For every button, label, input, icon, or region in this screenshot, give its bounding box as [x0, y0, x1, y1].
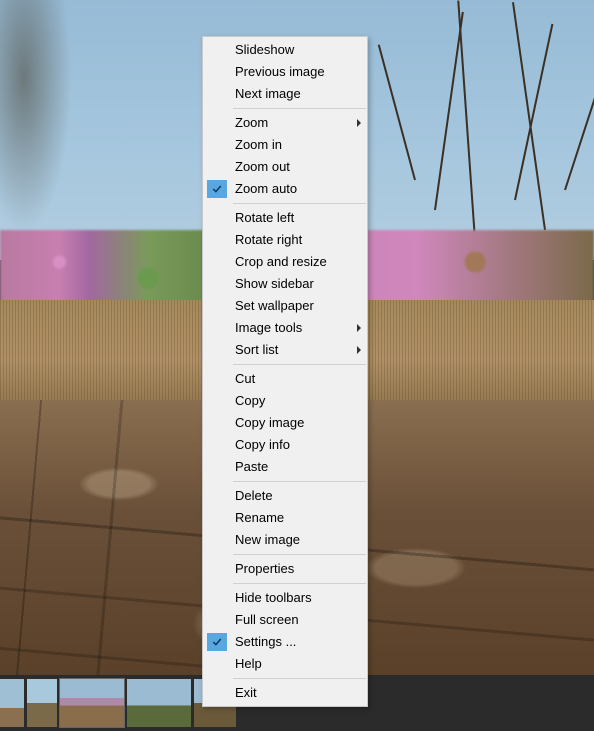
menu-item-show-sidebar[interactable]: Show sidebar	[203, 273, 367, 295]
menu-item-label: Settings ...	[235, 634, 296, 649]
menu-item-new-image[interactable]: New image	[203, 529, 367, 551]
context-menu: Slideshow Previous image Next image Zoom Zoo…	[202, 36, 368, 707]
menu-item-label: Full screen	[235, 612, 299, 627]
menu-item-previous-image[interactable]: Previous image	[203, 61, 367, 83]
menu-item-sort-list[interactable]: Sort list	[203, 339, 367, 361]
menu-item-delete[interactable]: Delete	[203, 485, 367, 507]
menu-item-settings[interactable]: Settings ...	[203, 631, 367, 653]
menu-item-label: Slideshow	[235, 42, 294, 57]
menu-item-paste[interactable]: Paste	[203, 456, 367, 478]
menu-item-label: Properties	[235, 561, 294, 576]
menu-item-slideshow[interactable]: Slideshow	[203, 39, 367, 61]
menu-item-crop-and-resize[interactable]: Crop and resize	[203, 251, 367, 273]
menu-item-label: Zoom	[235, 115, 268, 130]
menu-item-copy-image[interactable]: Copy image	[203, 412, 367, 434]
menu-item-label: Rotate left	[235, 210, 294, 225]
menu-item-label: Help	[235, 656, 262, 671]
menu-item-rotate-left[interactable]: Rotate left	[203, 207, 367, 229]
menu-item-label: Crop and resize	[235, 254, 327, 269]
menu-item-zoom-in[interactable]: Zoom in	[203, 134, 367, 156]
menu-item-label: Image tools	[235, 320, 302, 335]
menu-item-label: Set wallpaper	[235, 298, 314, 313]
menu-item-zoom-out[interactable]: Zoom out	[203, 156, 367, 178]
thumbnail-current[interactable]	[60, 679, 124, 727]
menu-item-label: Exit	[235, 685, 257, 700]
menu-separator	[233, 364, 366, 365]
check-icon	[207, 633, 227, 651]
menu-item-hide-toolbars[interactable]: Hide toolbars	[203, 587, 367, 609]
menu-item-copy[interactable]: Copy	[203, 390, 367, 412]
thumbnail[interactable]	[0, 679, 24, 727]
chevron-right-icon	[357, 346, 361, 354]
menu-item-cut[interactable]: Cut	[203, 368, 367, 390]
menu-separator	[233, 554, 366, 555]
menu-item-set-wallpaper[interactable]: Set wallpaper	[203, 295, 367, 317]
menu-item-label: Copy info	[235, 437, 290, 452]
menu-separator	[233, 108, 366, 109]
menu-item-label: Zoom in	[235, 137, 282, 152]
chevron-right-icon	[357, 324, 361, 332]
thumbnail[interactable]	[27, 679, 57, 727]
menu-separator	[233, 678, 366, 679]
menu-item-label: Rename	[235, 510, 284, 525]
menu-item-rotate-right[interactable]: Rotate right	[203, 229, 367, 251]
menu-item-copy-info[interactable]: Copy info	[203, 434, 367, 456]
menu-item-label: Rotate right	[235, 232, 302, 247]
menu-item-label: Previous image	[235, 64, 325, 79]
thumbnail[interactable]	[127, 679, 191, 727]
menu-item-rename[interactable]: Rename	[203, 507, 367, 529]
menu-item-label: Zoom out	[235, 159, 290, 174]
check-icon	[207, 180, 227, 198]
menu-item-next-image[interactable]: Next image	[203, 83, 367, 105]
menu-item-label: Delete	[235, 488, 273, 503]
menu-item-help[interactable]: Help	[203, 653, 367, 675]
menu-item-label: Zoom auto	[235, 181, 297, 196]
menu-item-label: Hide toolbars	[235, 590, 312, 605]
menu-separator	[233, 203, 366, 204]
menu-item-label: Cut	[235, 371, 255, 386]
menu-item-label: Show sidebar	[235, 276, 314, 291]
menu-item-full-screen[interactable]: Full screen	[203, 609, 367, 631]
chevron-right-icon	[357, 119, 361, 127]
menu-item-label: Paste	[235, 459, 268, 474]
menu-separator	[233, 481, 366, 482]
menu-item-label: Copy image	[235, 415, 304, 430]
menu-item-properties[interactable]: Properties	[203, 558, 367, 580]
menu-item-exit[interactable]: Exit	[203, 682, 367, 704]
menu-item-label: Sort list	[235, 342, 278, 357]
menu-item-image-tools[interactable]: Image tools	[203, 317, 367, 339]
menu-item-label: Copy	[235, 393, 265, 408]
menu-item-zoom[interactable]: Zoom	[203, 112, 367, 134]
menu-item-zoom-auto[interactable]: Zoom auto	[203, 178, 367, 200]
menu-separator	[233, 583, 366, 584]
menu-item-label: New image	[235, 532, 300, 547]
menu-item-label: Next image	[235, 86, 301, 101]
